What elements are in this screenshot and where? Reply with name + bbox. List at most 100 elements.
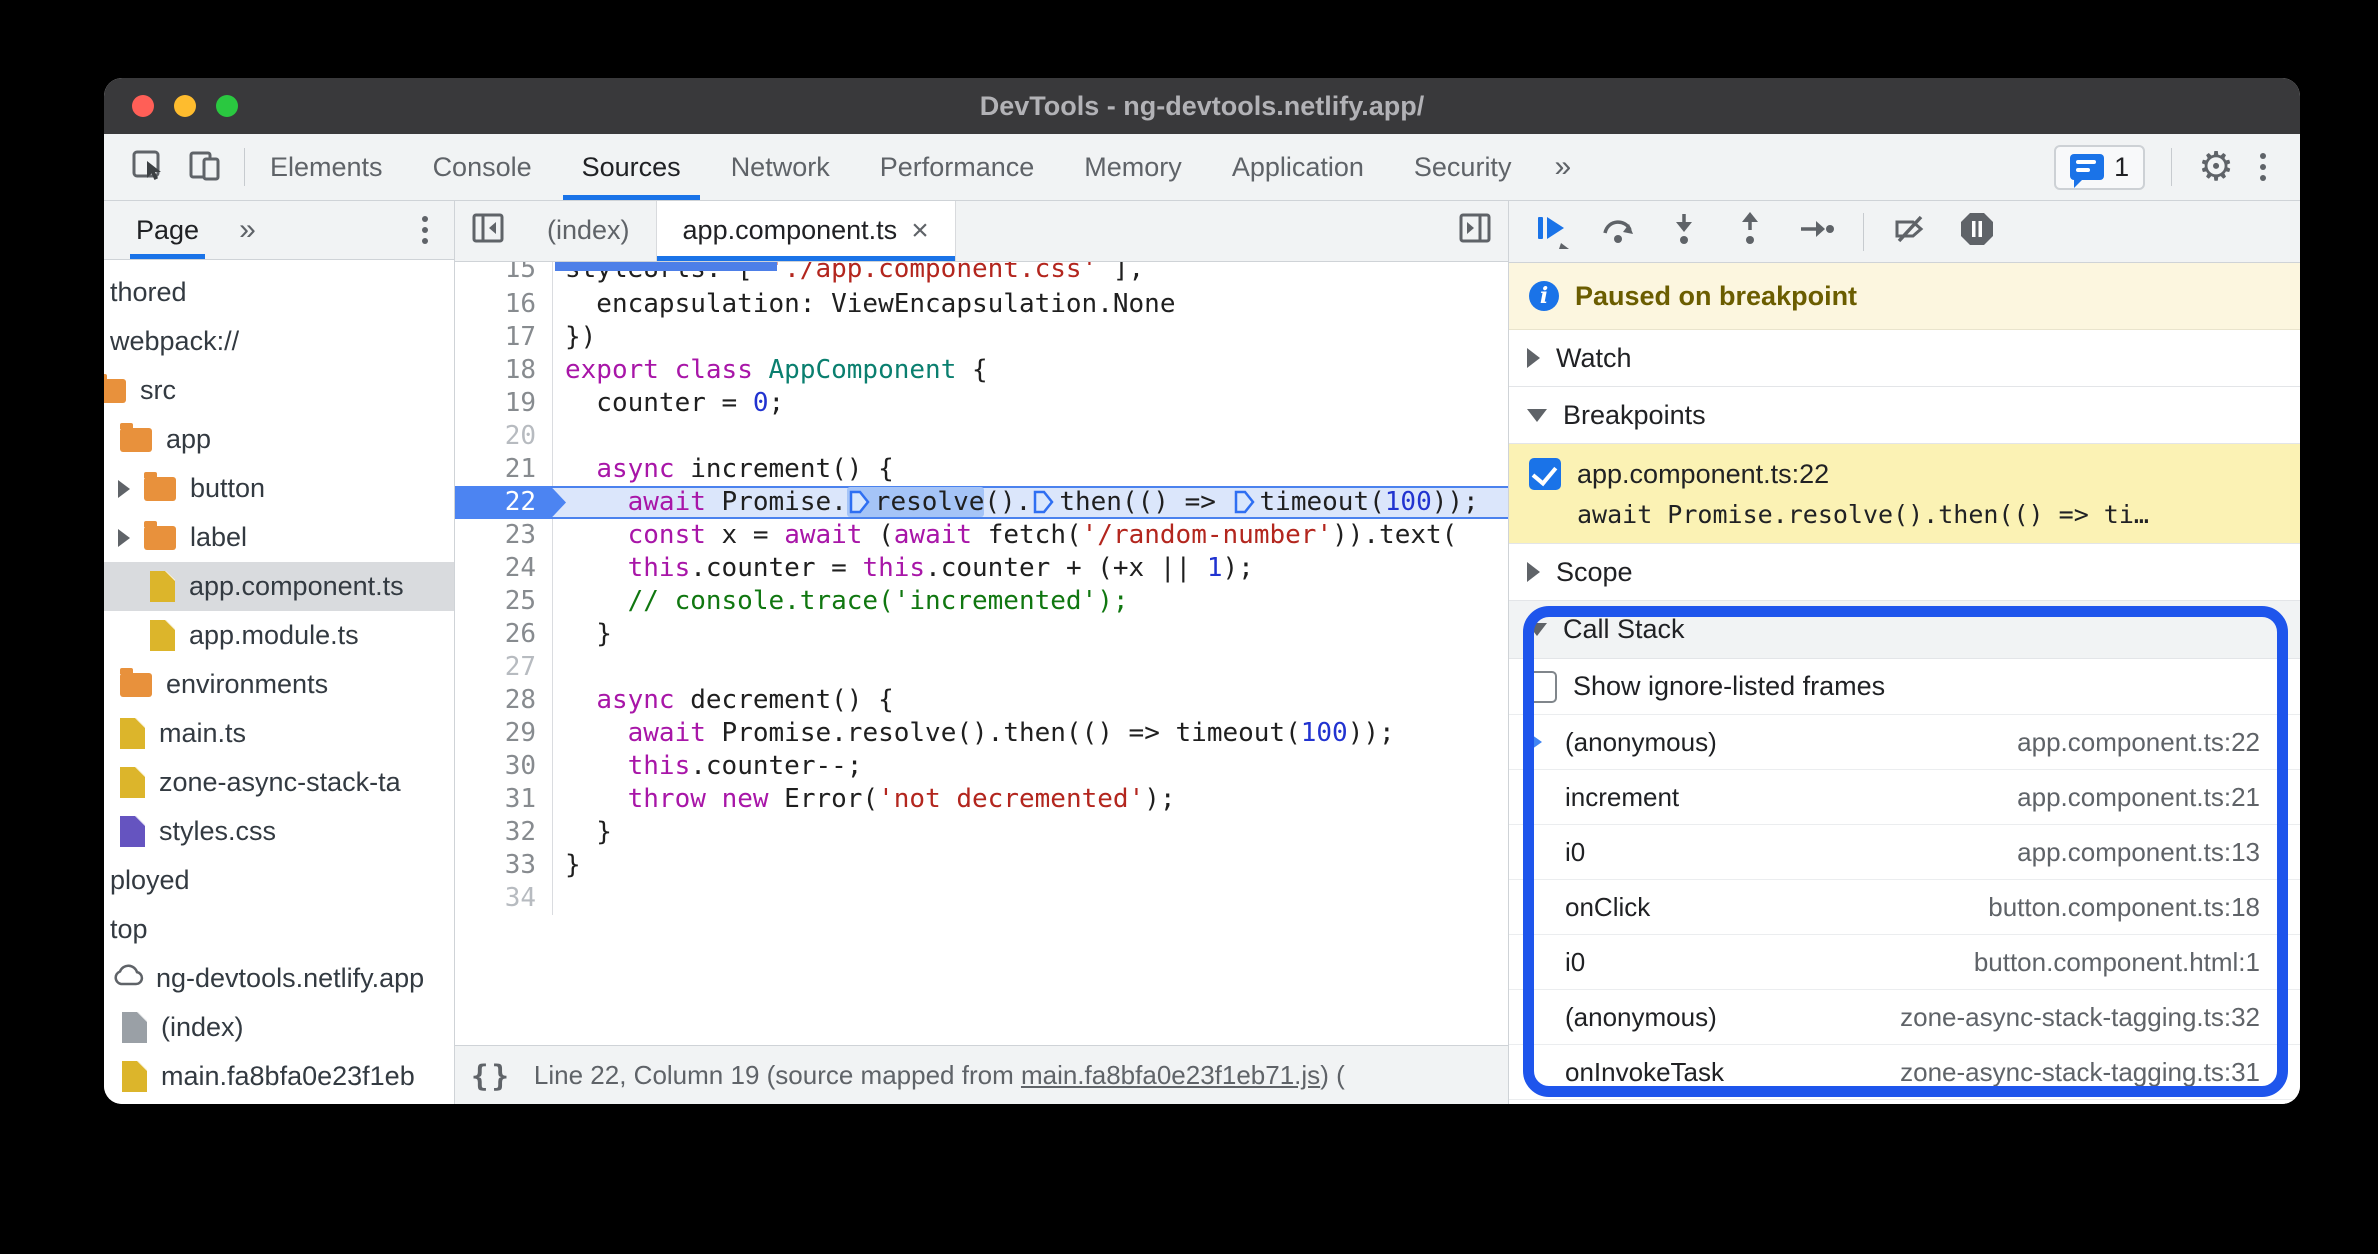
tree-item-app.module.ts[interactable]: app.module.ts [104,611,454,660]
close-tab-icon[interactable]: × [911,214,929,248]
issues-counter-button[interactable]: 1 [2054,144,2146,190]
editor-tab-app.component.ts[interactable]: app.component.ts × [655,201,956,261]
step-icon[interactable] [1797,210,1835,253]
show-ignore-listed-checkbox[interactable] [1525,670,1557,703]
line-number-gutter[interactable]: 30 [455,749,553,783]
call-stack-frame[interactable]: i0 button.component.html:1 [1509,935,2300,990]
tree-item-main.fa8bfa0e23f1eb[interactable]: main.fa8bfa0e23f1eb [104,1052,454,1101]
minimize-window-button[interactable] [174,95,196,117]
collapse-sidebar-icon[interactable] [471,212,505,249]
tree-item--index-[interactable]: (index) [104,1003,454,1052]
line-number-gutter[interactable]: 34 [455,881,553,915]
step-into-icon[interactable] [1665,210,1703,253]
tree-item-thored[interactable]: thored [104,268,454,317]
code-line-29[interactable]: 29 await Promise.resolve().then(() => ti… [455,716,1508,750]
line-number-gutter[interactable]: 31 [455,782,553,816]
breakpoint-checkbox[interactable] [1529,458,1561,490]
call-stack-frame[interactable]: onClick button.component.ts:18 [1509,880,2300,935]
step-over-icon[interactable] [1599,210,1637,253]
tree-item-top[interactable]: top [104,905,454,954]
section-breakpoints[interactable]: Breakpoints [1509,387,2300,444]
code-line-17[interactable]: 17}) [455,320,1508,354]
code-line-26[interactable]: 26 } [455,617,1508,651]
resume-script-icon[interactable] [1531,209,1571,254]
line-number-gutter[interactable]: 26 [455,617,553,651]
code-line-32[interactable]: 32 } [455,815,1508,849]
code-line-31[interactable]: 31 throw new Error('not decremented'); [455,782,1508,816]
call-stack-frame[interactable]: increment app.component.ts:21 [1509,770,2300,825]
tree-item-label[interactable]: label [104,513,454,562]
tree-item-styles.css[interactable]: styles.css [104,807,454,856]
line-number-gutter[interactable]: 16 [455,287,553,321]
tree-item-environments[interactable]: environments [104,660,454,709]
line-number-gutter[interactable]: 32 [455,815,553,849]
tree-item-src[interactable]: src [104,366,454,415]
section-watch[interactable]: Watch [1509,330,2300,387]
code-line-28[interactable]: 28 async decrement() { [455,683,1508,717]
line-number-gutter[interactable]: 28 [455,683,553,717]
tree-expand-arrow-icon[interactable] [118,528,130,547]
tab-memory[interactable]: Memory [1059,134,1207,200]
code-line-25[interactable]: 25 // console.trace('incremented'); [455,584,1508,618]
inspect-element-icon[interactable] [130,147,166,188]
more-navigator-tabs-button[interactable]: » [239,213,256,247]
tree-item-main.ts[interactable]: main.ts [104,709,454,758]
tree-item-webpack-[interactable]: webpack:// [104,317,454,366]
code-line-34[interactable]: 34 [455,881,1508,915]
code-line-27[interactable]: 27 [455,650,1508,684]
section-scope[interactable]: Scope [1509,544,2300,601]
code-line-16[interactable]: 16 encapsulation: ViewEncapsulation.None [455,287,1508,321]
code-line-20[interactable]: 20 [455,419,1508,453]
section-call-stack[interactable]: Call Stack [1509,601,2300,659]
tab-security[interactable]: Security [1389,134,1537,200]
execution-line-gutter-badge[interactable]: 22 [455,487,553,517]
line-number-gutter[interactable]: 19 [455,386,553,420]
tab-application[interactable]: Application [1207,134,1389,200]
tree-expand-arrow-icon[interactable] [118,479,130,498]
source-map-link[interactable]: main.fa8bfa0e23f1eb71.js [1021,1060,1320,1090]
code-line-21[interactable]: 21 async increment() { [455,452,1508,486]
tab-sources[interactable]: Sources [557,134,706,200]
call-stack-frame[interactable]: (anonymous) zone-async-stack-tagging.ts:3… [1509,990,2300,1045]
expand-debugger-icon[interactable] [1458,212,1492,249]
tree-item-button[interactable]: button [104,464,454,513]
customize-menu-icon[interactable] [2260,153,2266,181]
show-ignore-listed-frames-row[interactable]: Show ignore-listed frames [1509,659,2300,715]
line-number-gutter[interactable]: 24 [455,551,553,585]
pause-on-exceptions-icon[interactable] [1958,210,1996,253]
editor-tab--index-[interactable]: (index) [521,201,656,261]
tree-item-zone-async-stack-ta[interactable]: zone-async-stack-ta [104,758,454,807]
call-stack-frame[interactable]: onInvokeTask zone-async-stack-tagging.ts:… [1509,1045,2300,1100]
tree-item-app[interactable]: app [104,415,454,464]
line-number-gutter[interactable]: 29 [455,716,553,750]
code-line-19[interactable]: 19 counter = 0; [455,386,1508,420]
line-number-gutter[interactable]: 23 [455,518,553,552]
tab-performance[interactable]: Performance [855,134,1060,200]
line-number-gutter[interactable]: 18 [455,353,553,387]
code-line-23[interactable]: 23 const x = await (await fetch('/random… [455,518,1508,552]
code-line-33[interactable]: 33} [455,848,1508,882]
close-window-button[interactable] [132,95,154,117]
code-line-18[interactable]: 18 export class AppComponent { [455,353,1508,387]
settings-gear-icon[interactable]: ⚙ [2198,147,2234,187]
line-number-gutter[interactable]: 25 [455,584,553,618]
device-toolbar-icon[interactable] [188,147,224,188]
code-line-24[interactable]: 24 this.counter = this.counter + (+x || … [455,551,1508,585]
zoom-window-button[interactable] [216,95,238,117]
navigator-menu-icon[interactable] [422,216,428,244]
code-line-30[interactable]: 30 this.counter--; [455,749,1508,783]
tab-network[interactable]: Network [706,134,855,200]
line-number-gutter[interactable]: 15 [455,261,553,288]
tab-page[interactable]: Page [130,201,206,259]
line-number-gutter[interactable]: 20 [455,419,553,453]
call-stack-frame[interactable]: (anonymous) app.component.ts:22 [1509,715,2300,770]
breakpoint-entry[interactable]: app.component.ts:22 await Promise.resolve… [1509,444,2300,544]
call-stack-frame[interactable]: i0 app.component.ts:13 [1509,825,2300,880]
line-number-gutter[interactable]: 21 [455,452,553,486]
tab-elements[interactable]: Elements [245,134,408,200]
pretty-print-icon[interactable]: {} [471,1059,512,1093]
tree-item-ng-devtools.netlify.app[interactable]: ng-devtools.netlify.app [104,954,454,1003]
tree-item-app.component.ts[interactable]: app.component.ts [104,562,454,611]
code-editor[interactable]: 15 styleUrls: [ './app.component.css' ], 1… [455,261,1508,1045]
line-number-gutter[interactable]: 17 [455,320,553,354]
